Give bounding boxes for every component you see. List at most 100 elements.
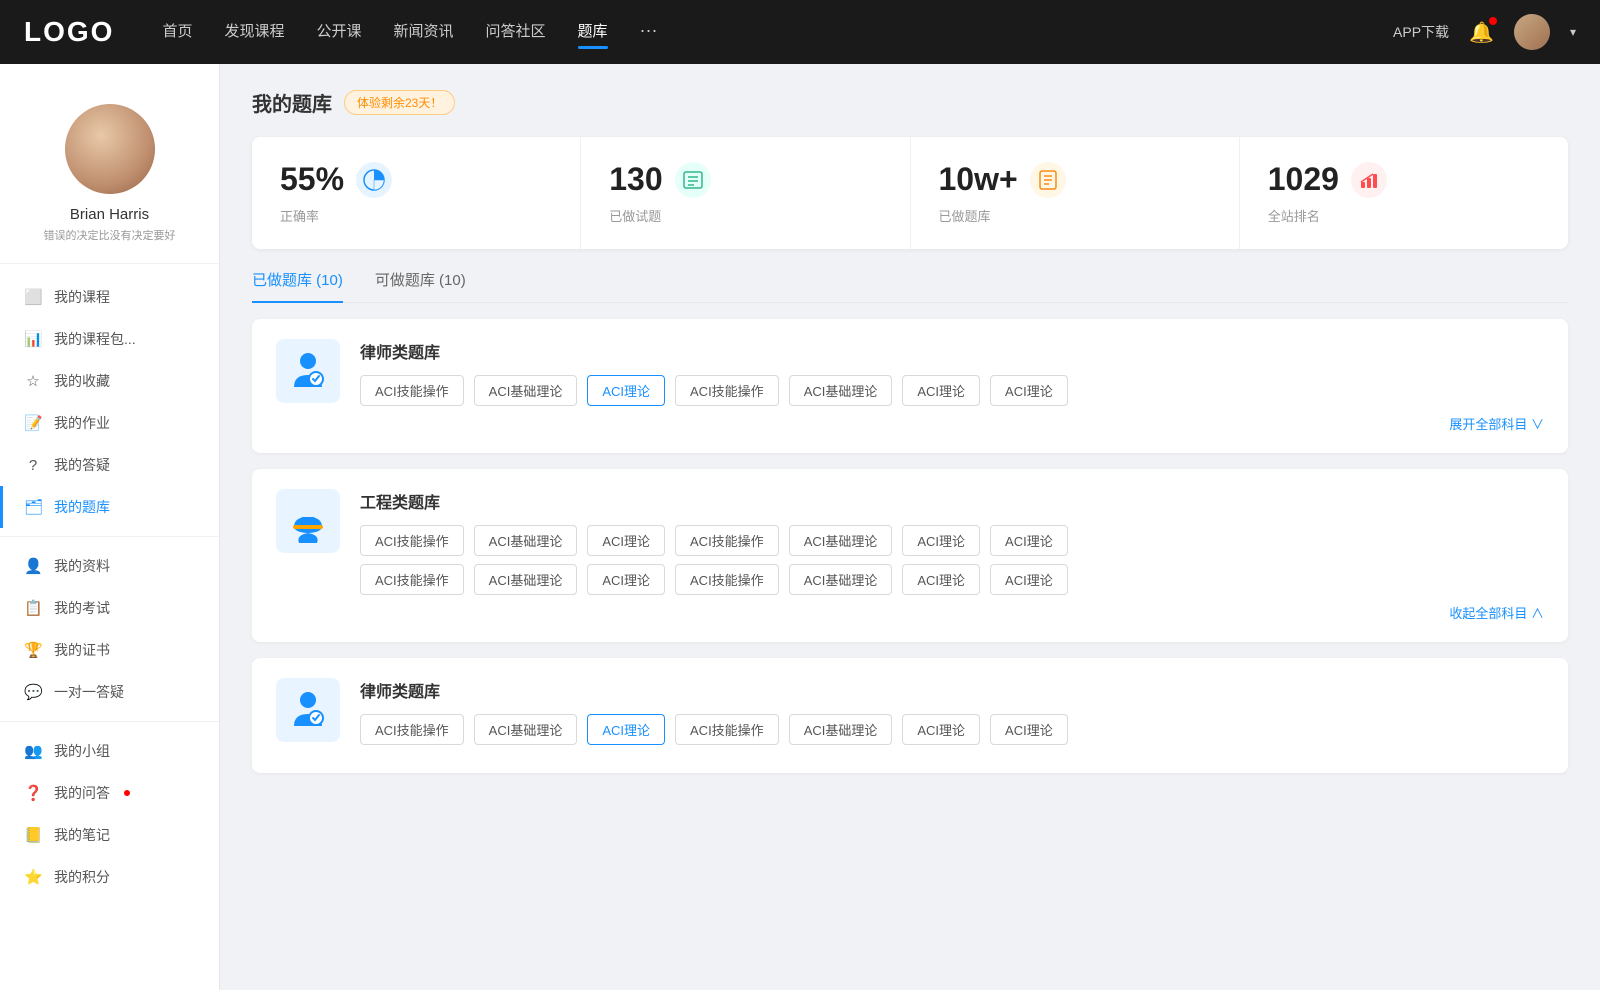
tag-engineer-1-r1-6[interactable]: ACI理论 — [990, 525, 1068, 556]
category-body-lawyer-1: 律师类题库 ACI技能操作 ACI基础理论 ACI理论 ACI技能操作 ACI基… — [360, 339, 1544, 433]
pie-chart-icon — [362, 168, 386, 192]
navbar: LOGO 首页 发现课程 公开课 新闻资讯 问答社区 题库 ··· APP下载 … — [0, 0, 1600, 64]
tag-lawyer-2-0[interactable]: ACI技能操作 — [360, 714, 464, 745]
tag-engineer-1-r1-5[interactable]: ACI理论 — [902, 525, 980, 556]
my-question-bank-icon: 🗂 — [24, 498, 42, 516]
stat-site-rank: 1029 全站排名 — [1240, 137, 1568, 249]
stat-done-questions-icon — [675, 162, 711, 198]
category-header-lawyer-2: 律师类题库 ACI技能操作 ACI基础理论 ACI理论 ACI技能操作 ACI基… — [276, 678, 1544, 753]
stat-done-banks-label: 已做题库 — [939, 206, 1211, 225]
avatar[interactable] — [1514, 14, 1550, 50]
tag-engineer-1-r2-5[interactable]: ACI理论 — [902, 564, 980, 595]
user-dropdown-icon[interactable]: ▾ — [1570, 25, 1576, 39]
sidebar-item-my-favorites[interactable]: ☆ 我的收藏 — [0, 360, 219, 402]
tag-engineer-1-r2-0[interactable]: ACI技能操作 — [360, 564, 464, 595]
collapse-link-engineer-1[interactable]: 收起全部科目 ∧ — [360, 603, 1544, 622]
tag-engineer-1-r1-0[interactable]: ACI技能操作 — [360, 525, 464, 556]
tab-available[interactable]: 可做题库 (10) — [375, 269, 466, 302]
stat-accuracy-icon — [356, 162, 392, 198]
sidebar-item-my-points[interactable]: ⭐ 我的积分 — [0, 856, 219, 898]
tag-lawyer-1-4[interactable]: ACI基础理论 — [789, 375, 893, 406]
sidebar-item-my-courses[interactable]: ⬜ 我的课程 — [0, 276, 219, 318]
category-card-lawyer-2: 律师类题库 ACI技能操作 ACI基础理论 ACI理论 ACI技能操作 ACI基… — [252, 658, 1568, 773]
nav-discover[interactable]: 发现课程 — [224, 20, 284, 45]
my-points-icon: ⭐ — [24, 868, 42, 886]
tag-engineer-1-r2-3[interactable]: ACI技能操作 — [675, 564, 779, 595]
tag-engineer-1-r1-2[interactable]: ACI理论 — [587, 525, 665, 556]
sidebar-item-my-profile[interactable]: 👤 我的资料 — [0, 545, 219, 587]
sidebar-item-one-on-one[interactable]: 💬 一对一答疑 — [0, 671, 219, 713]
nav-home[interactable]: 首页 — [162, 20, 192, 45]
stat-site-rank-top: 1029 — [1268, 161, 1540, 198]
tag-engineer-1-r1-3[interactable]: ACI技能操作 — [675, 525, 779, 556]
bar-chart-icon — [1357, 168, 1381, 192]
stat-done-banks: 10w+ 已做题库 — [911, 137, 1240, 249]
book-icon — [1036, 168, 1060, 192]
tag-engineer-1-r2-2[interactable]: ACI理论 — [587, 564, 665, 595]
tag-lawyer-1-5[interactable]: ACI理论 — [902, 375, 980, 406]
sidebar-label-my-notes: 我的笔记 — [54, 825, 110, 845]
tag-engineer-1-r1-1[interactable]: ACI基础理论 — [474, 525, 578, 556]
my-homework-icon: 📝 — [24, 414, 42, 432]
category-body-engineer-1: 工程类题库 ACI技能操作 ACI基础理论 ACI理论 ACI技能操作 ACI基… — [360, 489, 1544, 622]
tag-lawyer-2-2[interactable]: ACI理论 — [587, 714, 665, 745]
tag-lawyer-1-6[interactable]: ACI理论 — [990, 375, 1068, 406]
sidebar-item-my-group[interactable]: 👥 我的小组 — [0, 730, 219, 772]
tag-lawyer-1-0[interactable]: ACI技能操作 — [360, 375, 464, 406]
tag-lawyer-1-2[interactable]: ACI理论 — [587, 375, 665, 406]
my-group-icon: 👥 — [24, 742, 42, 760]
sidebar-item-my-questions[interactable]: ? 我的答疑 — [0, 444, 219, 486]
stat-done-questions: 130 已做试题 — [581, 137, 910, 249]
tag-lawyer-1-1[interactable]: ACI基础理论 — [474, 375, 578, 406]
sidebar-label-my-courses: 我的课程 — [54, 287, 110, 307]
sidebar-item-my-notes[interactable]: 📒 我的笔记 — [0, 814, 219, 856]
sidebar-item-my-packages[interactable]: 📊 我的课程包... — [0, 318, 219, 360]
profile-name: Brian Harris — [70, 206, 149, 223]
tag-engineer-1-r2-4[interactable]: ACI基础理论 — [789, 564, 893, 595]
tab-done[interactable]: 已做题库 (10) — [252, 269, 343, 302]
tag-lawyer-2-3[interactable]: ACI技能操作 — [675, 714, 779, 745]
tag-lawyer-1-3[interactable]: ACI技能操作 — [675, 375, 779, 406]
my-courses-icon: ⬜ — [24, 288, 42, 306]
stat-accuracy-top: 55% — [280, 161, 552, 198]
tag-lawyer-2-1[interactable]: ACI基础理论 — [474, 714, 578, 745]
tag-lawyer-2-5[interactable]: ACI理论 — [902, 714, 980, 745]
category-icon-wrap-lawyer-2 — [276, 678, 340, 742]
sidebar-item-my-question-bank[interactable]: 🗂 我的题库 — [0, 486, 219, 528]
app-download-button[interactable]: APP下载 — [1393, 22, 1449, 42]
avatar-image — [1514, 14, 1550, 50]
nav-question-bank[interactable]: 题库 — [578, 20, 608, 45]
tag-row-engineer-1-row1: ACI技能操作 ACI基础理论 ACI理论 ACI技能操作 ACI基础理论 AC… — [360, 525, 1544, 556]
tabs-row: 已做题库 (10) 可做题库 (10) — [252, 269, 1568, 303]
my-certificate-icon: 🏆 — [24, 641, 42, 659]
tag-lawyer-2-6[interactable]: ACI理论 — [990, 714, 1068, 745]
sidebar-item-my-qa[interactable]: ❓ 我的问答 — [0, 772, 219, 814]
sidebar-item-my-certificate[interactable]: 🏆 我的证书 — [0, 629, 219, 671]
sidebar-label-my-question-bank: 我的题库 — [54, 497, 110, 517]
notification-bell[interactable]: 🔔 — [1469, 20, 1494, 45]
sidebar-label-my-questions: 我的答疑 — [54, 455, 110, 475]
tag-row-lawyer-2: ACI技能操作 ACI基础理论 ACI理论 ACI技能操作 ACI基础理论 AC… — [360, 714, 1544, 745]
category-title-engineer-1: 工程类题库 — [360, 489, 1544, 513]
nav-news[interactable]: 新闻资讯 — [394, 20, 454, 45]
nav-qa[interactable]: 问答社区 — [486, 20, 546, 45]
avatar — [65, 104, 155, 194]
sidebar-item-my-exams[interactable]: 📋 我的考试 — [0, 587, 219, 629]
nav-open-course[interactable]: 公开课 — [316, 20, 361, 45]
logo: LOGO — [24, 16, 114, 48]
tag-engineer-1-r1-4[interactable]: ACI基础理论 — [789, 525, 893, 556]
sidebar-item-my-homework[interactable]: 📝 我的作业 — [0, 402, 219, 444]
stat-site-rank-value: 1029 — [1268, 161, 1339, 198]
stat-accuracy-value: 55% — [280, 161, 344, 198]
stat-done-questions-label: 已做试题 — [609, 206, 881, 225]
sidebar-label-my-favorites: 我的收藏 — [54, 371, 110, 391]
nav-more[interactable]: ··· — [640, 20, 658, 45]
expand-link-lawyer-1[interactable]: 展开全部科目 ∨ — [360, 414, 1544, 433]
tag-engineer-1-r2-1[interactable]: ACI基础理论 — [474, 564, 578, 595]
stats-row: 55% 正确率 130 — [252, 137, 1568, 249]
tag-lawyer-2-4[interactable]: ACI基础理论 — [789, 714, 893, 745]
sidebar-label-my-certificate: 我的证书 — [54, 640, 110, 660]
tag-engineer-1-r2-6[interactable]: ACI理论 — [990, 564, 1068, 595]
sidebar-label-my-group: 我的小组 — [54, 741, 110, 761]
main-content: 我的题库 体验剩余23天！ 55% 正确率 — [220, 64, 1600, 990]
